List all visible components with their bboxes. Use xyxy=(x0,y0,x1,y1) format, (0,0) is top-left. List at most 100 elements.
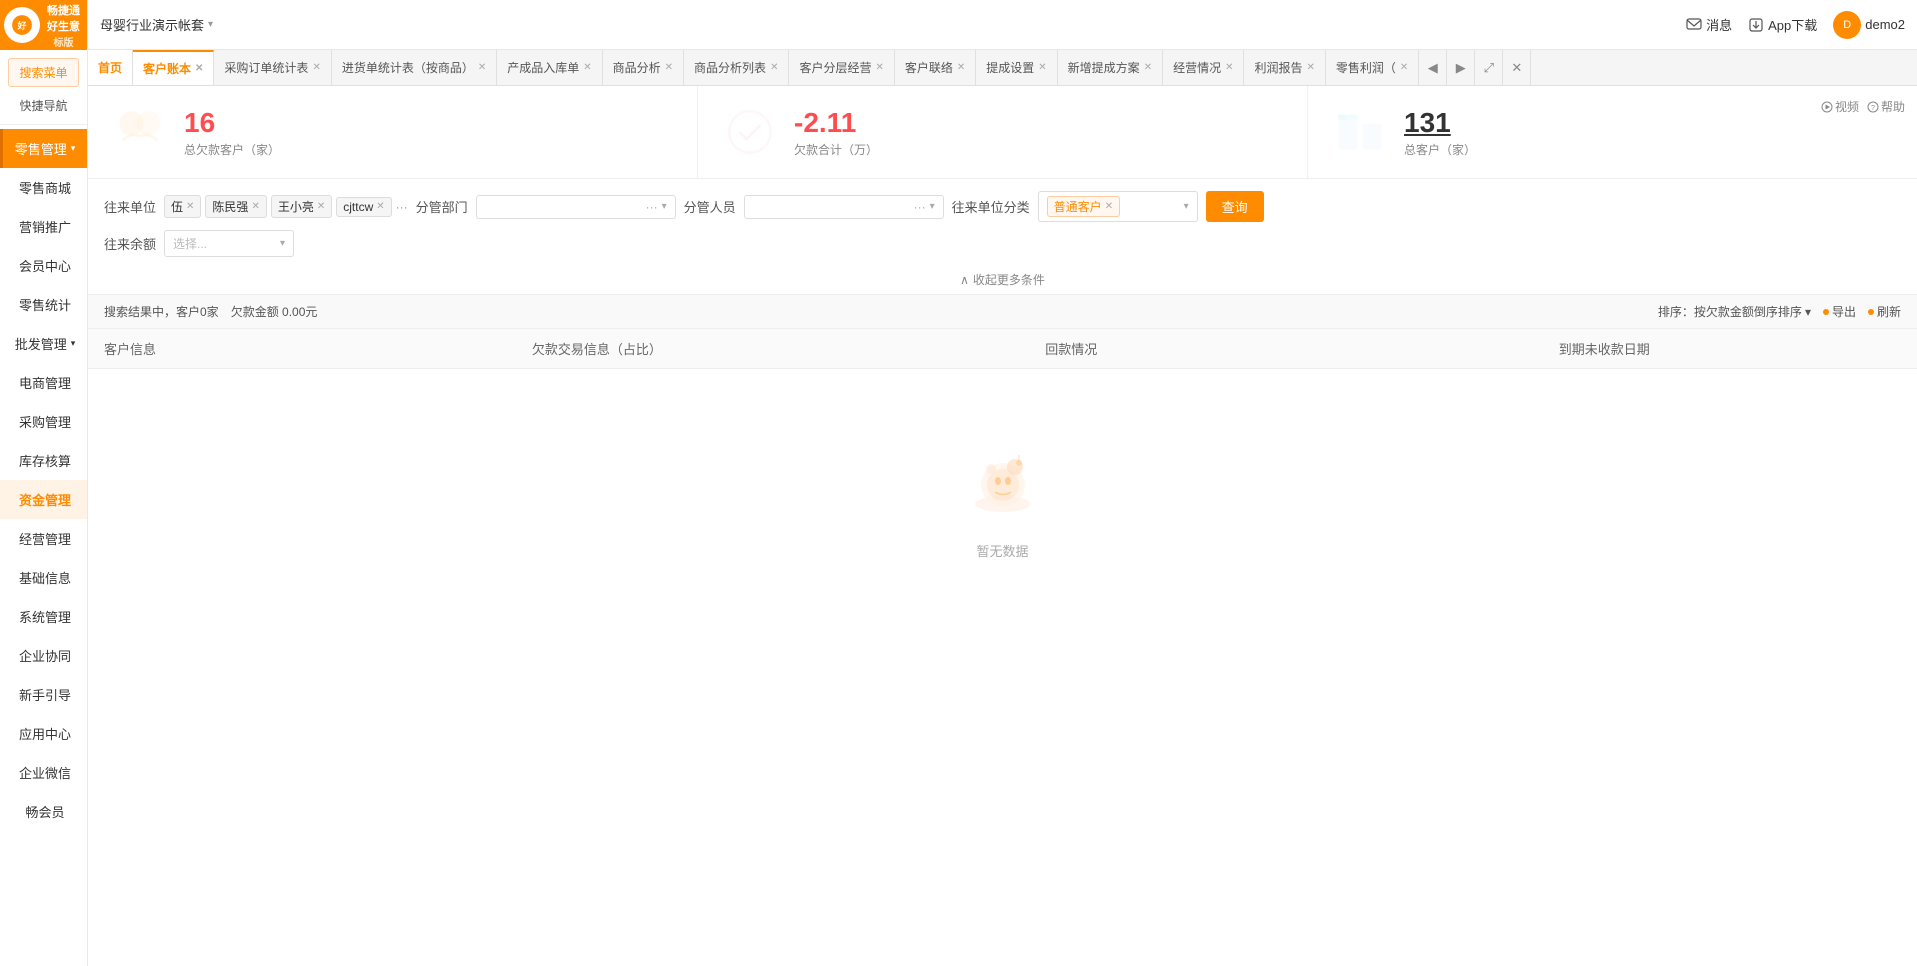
tag-close-icon[interactable]: ✕ xyxy=(251,201,259,212)
account-selector[interactable]: 母婴行业演示帐套 ▾ xyxy=(100,15,213,34)
tab-close-icon[interactable]: ✕ xyxy=(770,62,778,73)
svg-text:?: ? xyxy=(1871,105,1875,112)
dept-select[interactable]: ··· ▾ xyxy=(476,195,676,219)
summary-card-total: 131 总客户（家） 视频 ? 帮助 xyxy=(1308,86,1917,178)
tab-maximize[interactable]: ⤢ xyxy=(1475,50,1503,86)
sidebar-item-app-center[interactable]: 应用中心 xyxy=(0,714,87,753)
tab-customer-contact[interactable]: 客户联络 ✕ xyxy=(895,50,976,86)
tab-close-icon[interactable]: ✕ xyxy=(1144,62,1152,73)
tab-close-icon[interactable]: ✕ xyxy=(312,62,320,73)
sidebar-item-enterprise[interactable]: 企业协同 xyxy=(0,636,87,675)
tab-nav-prev[interactable]: ◀ xyxy=(1419,50,1447,86)
sidebar-item-marketing[interactable]: 营销推广 xyxy=(0,207,87,246)
query-button[interactable]: 查询 xyxy=(1206,191,1264,222)
tab-customer-account[interactable]: 客户账本 ✕ xyxy=(133,50,214,86)
debt-value: -2.11 xyxy=(794,106,878,140)
summary-cards: 16 总欠款客户（家） -2.11 欠款合计（万） xyxy=(88,86,1917,179)
tab-product-inbound[interactable]: 产成品入库单 ✕ xyxy=(497,50,602,86)
tab-commission-setting[interactable]: 提成设置 ✕ xyxy=(976,50,1057,86)
quick-nav-button[interactable]: 快捷导航 xyxy=(0,91,87,120)
sidebar-item-basic-info[interactable]: 基础信息 xyxy=(0,558,87,597)
sidebar-item-purchase[interactable]: 采购管理 xyxy=(0,402,87,441)
tab-close-icon[interactable]: ✕ xyxy=(957,62,965,73)
tab-nav-next[interactable]: ▶ xyxy=(1447,50,1475,86)
select-dots-icon[interactable]: ··· xyxy=(646,200,658,214)
debt-icon xyxy=(722,104,778,160)
sidebar-item-wechat[interactable]: 企业微信 xyxy=(0,753,87,792)
sidebar-item-newbie[interactable]: 新手引导 xyxy=(0,675,87,714)
tab-close-icon[interactable]: ✕ xyxy=(1400,62,1408,73)
sidebar-item-retail[interactable]: 零售管理 ▾ xyxy=(0,129,87,168)
sidebar-item-retail-mall[interactable]: 零售商城 xyxy=(0,168,87,207)
video-button[interactable]: 视频 xyxy=(1821,98,1859,115)
tag-close-icon[interactable]: ✕ xyxy=(317,201,325,212)
result-actions: 排序：按欠款金额倒序排序 ▾ 导出 刷新 xyxy=(1658,303,1901,320)
th-expire: 到期未收款日期 xyxy=(1559,339,1901,358)
chevron-down-icon: ▾ xyxy=(1184,201,1189,212)
balance-select[interactable]: 选择... ▾ xyxy=(164,230,294,257)
refresh-button[interactable]: 刷新 xyxy=(1868,303,1901,320)
topbar-left: 母婴行业演示帐套 ▾ xyxy=(100,15,213,34)
result-bar: 搜索结果中，客户0家 欠款金额 0.00元 排序：按欠款金额倒序排序 ▾ 导出 … xyxy=(88,294,1917,329)
customers-value: 16 xyxy=(184,106,280,140)
category-select[interactable]: 普通客户 ✕ ▾ xyxy=(1038,191,1198,222)
tab-profit-report[interactable]: 利润报告 ✕ xyxy=(1244,50,1325,86)
sidebar-item-finance[interactable]: 资金管理 xyxy=(0,480,87,519)
tab-close-icon[interactable]: ✕ xyxy=(478,62,486,73)
sort-button[interactable]: 排序：按欠款金额倒序排序 ▾ xyxy=(1658,303,1811,320)
select-dots-icon[interactable]: ··· xyxy=(914,200,926,214)
tab-operations[interactable]: 经营情况 ✕ xyxy=(1163,50,1244,86)
collapse-filters-button[interactable]: ∧ 收起更多条件 xyxy=(104,265,1901,294)
sidebar-item-member[interactable]: 畅会员 xyxy=(0,792,87,831)
sidebar-item-inventory[interactable]: 库存核算 xyxy=(0,441,87,480)
person-select[interactable]: ··· ▾ xyxy=(744,195,944,219)
app-logo: 好 畅捷通好生意 标版 xyxy=(0,0,87,50)
sidebar-item-ecommerce[interactable]: 电商管理 xyxy=(0,363,87,402)
tab-close-icon[interactable]: ✕ xyxy=(665,62,673,73)
chevron-down-icon: ▾ xyxy=(280,238,285,249)
data-table: 客户信息 欠款交易信息（占比） 回款情况 到期未收款日期 xyxy=(88,329,1917,640)
debt-label: 欠款合计（万） xyxy=(794,141,878,158)
tab-close-icon[interactable]: ✕ xyxy=(1038,62,1046,73)
tab-incoming-stats[interactable]: 进货单统计表（按商品） ✕ xyxy=(332,50,497,86)
result-amount: 欠款金额 0.00元 xyxy=(231,303,318,320)
sidebar-item-system[interactable]: 系统管理 xyxy=(0,597,87,636)
sidebar-item-operations[interactable]: 经营管理 xyxy=(0,519,87,558)
person-filter-label: 分管人员 xyxy=(684,197,736,216)
th-debt: 欠款交易信息（占比） xyxy=(532,339,1045,358)
sidebar-item-member-center[interactable]: 会员中心 xyxy=(0,246,87,285)
tab-customer-tier[interactable]: 客户分层经营 ✕ xyxy=(789,50,894,86)
help-button[interactable]: ? 帮助 xyxy=(1867,98,1905,115)
more-tags-button[interactable]: ··· xyxy=(396,200,408,214)
card-actions: 视频 ? 帮助 xyxy=(1821,98,1905,115)
tab-close-all[interactable]: ✕ xyxy=(1503,50,1531,86)
tab-product-analysis-list[interactable]: 商品分析列表 ✕ xyxy=(684,50,789,86)
result-count: 搜索结果中，客户0家 xyxy=(104,303,219,320)
tab-home[interactable]: 首页 xyxy=(88,50,133,86)
filter-row-2: 往来余额 选择... ▾ xyxy=(104,230,1901,257)
tag-close-icon[interactable]: ✕ xyxy=(376,201,384,212)
search-menu-button[interactable]: 搜索菜单 xyxy=(8,58,79,87)
sidebar-item-wholesale[interactable]: 批发管理 ▾ xyxy=(0,324,87,363)
tab-product-analysis[interactable]: 商品分析 ✕ xyxy=(603,50,684,86)
tab-purchase-order[interactable]: 采购订单统计表 ✕ xyxy=(214,50,331,86)
logo-icon: 好 xyxy=(4,7,40,43)
sidebar-item-retail-stats[interactable]: 零售统计 xyxy=(0,285,87,324)
tab-close-icon[interactable]: ✕ xyxy=(1225,62,1233,73)
tab-close-icon[interactable]: ✕ xyxy=(1307,62,1315,73)
tab-new-commission[interactable]: 新增提成方案 ✕ xyxy=(1058,50,1163,86)
export-button[interactable]: 导出 xyxy=(1823,303,1856,320)
app-download-button[interactable]: App下载 xyxy=(1748,15,1817,34)
tag-close-icon[interactable]: ✕ xyxy=(1105,201,1113,212)
tag-close-icon[interactable]: ✕ xyxy=(186,201,194,212)
messages-button[interactable]: 消息 xyxy=(1686,15,1732,34)
empty-icon xyxy=(963,449,1043,529)
unit-tag-2: 陈民强 ✕ xyxy=(205,195,266,218)
filter-area: 往来单位 伍 ✕ 陈民强 ✕ 王小亮 ✕ cjttcw xyxy=(88,179,1917,294)
user-profile[interactable]: D demo2 xyxy=(1833,11,1905,39)
tab-close-icon[interactable]: ✕ xyxy=(195,63,203,74)
unit-tags: 伍 ✕ 陈民强 ✕ 王小亮 ✕ cjttcw ✕ ··· xyxy=(164,195,408,218)
tab-close-icon[interactable]: ✕ xyxy=(875,62,883,73)
tab-retail-profit[interactable]: 零售利润（ ✕ xyxy=(1326,50,1419,86)
tab-close-icon[interactable]: ✕ xyxy=(583,62,591,73)
